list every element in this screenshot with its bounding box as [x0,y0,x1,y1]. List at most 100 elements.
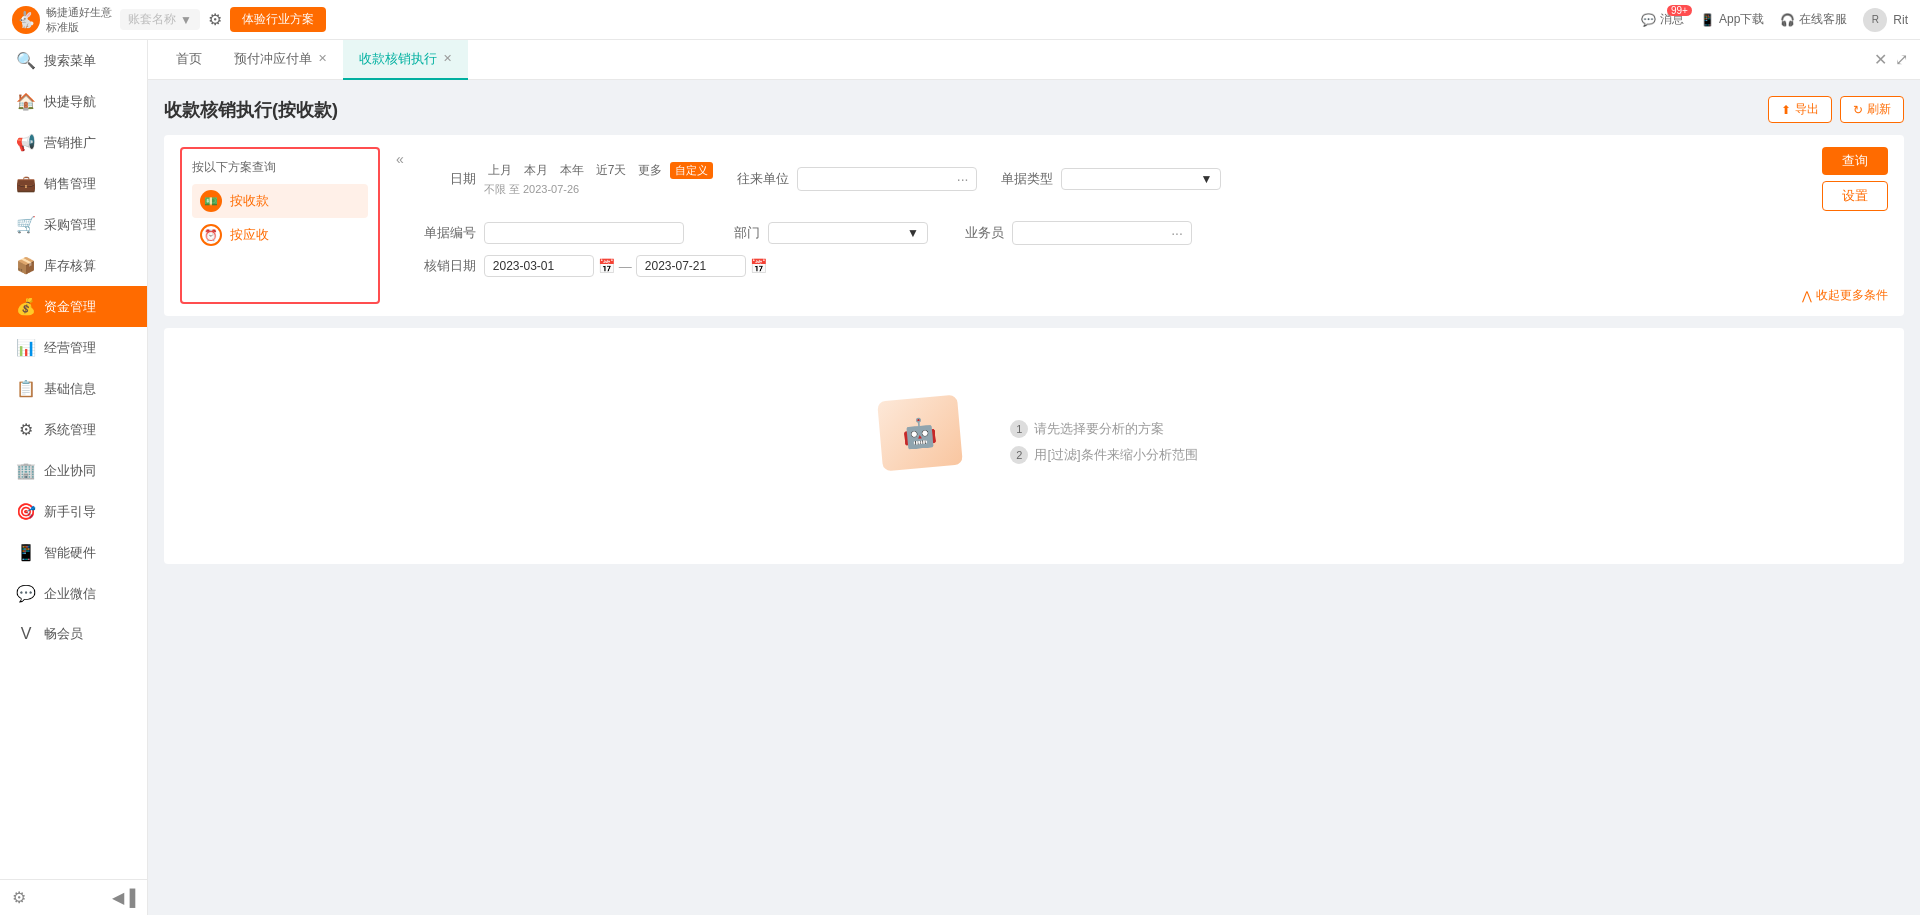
calendar-start-icon[interactable]: 📅 [598,258,615,274]
logo-icon: 🐇 [12,6,40,34]
sidebar-label-guide: 新手引导 [44,503,96,521]
filter-form: 日期 上月 本月 本年 近7天 更多 自定义 不限 至 [416,147,1888,304]
app-icon: 📱 [1700,13,1715,27]
system-icon: ⚙ [16,420,36,439]
app-label: App下载 [1719,11,1764,28]
party-ellipsis[interactable]: ··· [957,171,969,187]
operations-icon: 📊 [16,338,36,357]
sidebar-item-weixin[interactable]: 💬 企业微信 [0,573,147,614]
sidebar-bottom: ⚙ ◀▐ [0,879,147,915]
sidebar-item-guide[interactable]: 🎯 新手引导 [0,491,147,532]
home-icon: 🏠 [16,92,36,111]
export-icon: ⬆ [1781,103,1791,117]
sidebar-label-sales: 销售管理 [44,175,96,193]
tab-bar-right: ✕ ⤢ [1874,50,1908,69]
enterprise-icon: 🏢 [16,461,36,480]
member-icon: V [16,625,36,643]
sidebar-label-basic-info: 基础信息 [44,380,96,398]
tab-home[interactable]: 首页 [160,40,218,80]
empty-box: 🤖 [877,395,963,472]
logo-text: 畅捷通好生意 标准版 [46,5,112,35]
sidebar-item-member[interactable]: V 畅会员 [0,614,147,654]
date-btn-this-year[interactable]: 本年 [556,161,588,180]
sidebar-item-inventory[interactable]: 📦 库存核算 [0,245,147,286]
filter-row-1: 日期 上月 本月 本年 近7天 更多 自定义 不限 至 [416,147,1888,211]
doc-num-field: 单据编号 [416,222,684,244]
refresh-button[interactable]: ↻ 刷新 [1840,96,1904,123]
date-no-limit: 不限 至 2023-07-26 [484,182,714,197]
sidebar-item-hardware[interactable]: 📱 智能硬件 [0,532,147,573]
sidebar-item-system[interactable]: ⚙ 系统管理 [0,409,147,450]
date-btn-7days[interactable]: 近7天 [592,161,631,180]
date-btn-more[interactable]: 更多 [634,161,666,180]
staff-input[interactable]: ··· [1012,221,1192,245]
sidebar-item-sales[interactable]: 💼 销售管理 [0,163,147,204]
party-label: 往来单位 [729,170,789,188]
sidebar-menu: 🔍 搜索菜单 🏠 快捷导航 📢 营销推广 💼 销售管理 🛒 采购管理 📦 [0,40,147,879]
sidebar-item-enterprise[interactable]: 🏢 企业协同 [0,450,147,491]
date-custom-tag[interactable]: 自定义 [670,162,713,179]
export-button[interactable]: ⬆ 导出 [1768,96,1832,123]
settings-form-button[interactable]: 设置 [1822,181,1888,211]
service-label: 在线客服 [1799,11,1847,28]
trial-button[interactable]: 体验行业方案 [230,7,326,32]
doc-num-input[interactable] [484,222,684,244]
online-service[interactable]: 🎧 在线客服 [1780,11,1847,28]
hint-num-2: 2 [1010,446,1028,464]
tab-close-all-icon[interactable]: ✕ [1874,50,1887,69]
empty-hint-1: 1 请先选择要分析的方案 [1010,420,1197,438]
staff-ellipsis[interactable]: ··· [1171,225,1183,241]
gear-icon[interactable]: ⚙ [208,10,222,29]
dept-select[interactable]: ▼ [768,222,928,244]
date-separator: — [619,259,632,274]
sidebar-label-hardware: 智能硬件 [44,544,96,562]
headset-icon: 🎧 [1780,13,1795,27]
filter-scheme-title: 按以下方案查询 [192,159,368,176]
sidebar-label-enterprise: 企业协同 [44,462,96,480]
sidebar-item-finance[interactable]: 💰 资金管理 [0,286,147,327]
empty-hint-2: 2 用[过滤]条件来缩小分析范围 [1010,446,1197,464]
date-btn-last-month[interactable]: 上月 [484,161,516,180]
query-actions: 查询 设置 [1822,147,1888,211]
tab-expand-icon[interactable]: ⤢ [1895,50,1908,69]
tab-prepay-close[interactable]: ✕ [318,52,327,65]
tab-prepay[interactable]: 预付冲应付单 ✕ [218,40,343,80]
avatar: R [1863,8,1887,32]
party-input[interactable]: ··· [797,167,977,191]
query-button[interactable]: 查询 [1822,147,1888,175]
filter-option-by-receipt[interactable]: 💵 按收款 [192,184,368,218]
chevron-down-dept: ▼ [907,226,919,240]
sidebar-settings-icon[interactable]: ⚙ [12,888,26,907]
purchase-icon: 🛒 [16,215,36,234]
sidebar-item-quick-nav[interactable]: 🏠 快捷导航 [0,81,147,122]
finance-icon: 💰 [16,297,36,316]
doc-type-label: 单据类型 [993,170,1053,188]
account-selector[interactable]: 账套名称 ▼ [120,9,200,30]
user-area[interactable]: R Rit [1863,8,1908,32]
collapse-more-button[interactable]: ⋀ 收起更多条件 [1802,287,1888,304]
writeoff-start-input[interactable] [484,255,594,277]
message-area[interactable]: 💬 消息 99+ [1641,11,1684,28]
marketing-icon: 📢 [16,133,36,152]
tab-receivable-close[interactable]: ✕ [443,52,452,65]
writeoff-end-input[interactable] [636,255,746,277]
filter-collapse-arrow[interactable]: « [396,151,404,167]
refresh-label: 刷新 [1867,101,1891,118]
tab-receivable[interactable]: 收款核销执行 ✕ [343,40,468,80]
date-btn-this-month[interactable]: 本月 [520,161,552,180]
sidebar-item-basic-info[interactable]: 📋 基础信息 [0,368,147,409]
calendar-end-icon[interactable]: 📅 [750,258,767,274]
sidebar-collapse-icon[interactable]: ◀▐ [112,888,135,907]
chevron-down-icon: ▼ [180,13,192,27]
tab-bar: 首页 预付冲应付单 ✕ 收款核销执行 ✕ ✕ ⤢ [148,40,1920,80]
filter-option-by-receivable[interactable]: ⏰ 按应收 [192,218,368,252]
sidebar-item-marketing[interactable]: 📢 营销推广 [0,122,147,163]
date-field: 日期 上月 本月 本年 近7天 更多 自定义 不限 至 [416,161,714,197]
sidebar-label-system: 系统管理 [44,421,96,439]
doc-type-select[interactable]: ▼ [1061,168,1221,190]
sidebar-item-search[interactable]: 🔍 搜索菜单 [0,40,147,81]
sidebar-item-purchase[interactable]: 🛒 采购管理 [0,204,147,245]
sales-icon: 💼 [16,174,36,193]
app-download[interactable]: 📱 App下载 [1700,11,1764,28]
sidebar-item-operations[interactable]: 📊 经营管理 [0,327,147,368]
